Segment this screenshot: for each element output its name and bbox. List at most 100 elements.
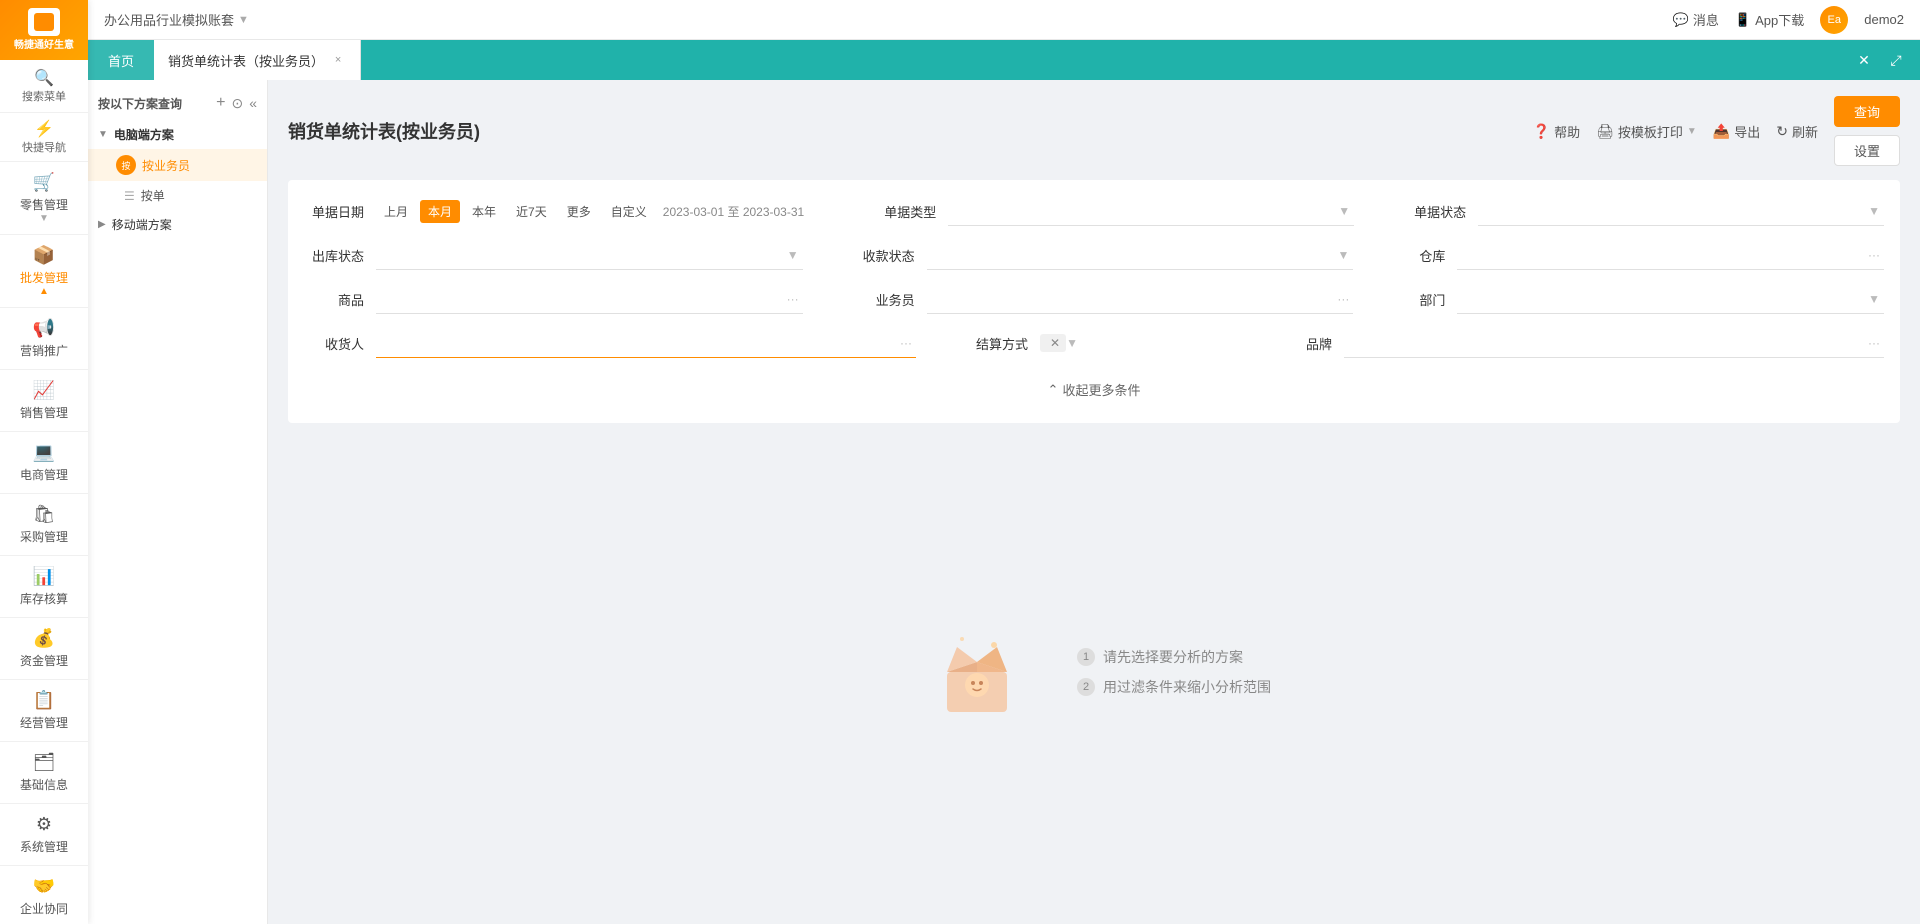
sidebar-item-marketing[interactable]: 📢 营销推广: [0, 308, 88, 370]
avatar-text: Ea: [1828, 14, 1841, 26]
message-label: 消息: [1693, 10, 1719, 29]
refresh-button[interactable]: ↻ 刷新: [1776, 122, 1818, 141]
collapse-bar[interactable]: ⌃ 收起更多条件: [304, 372, 1884, 407]
warehouse-label: 仓库: [1385, 246, 1445, 265]
refresh-label: 刷新: [1792, 122, 1818, 141]
brand-input[interactable]: [1344, 328, 1884, 358]
brand-more-icon[interactable]: ···: [1868, 336, 1880, 350]
date-tabs: 上月 本月 本年 近7天 更多 自定义 2023-03-01 至 2023-03…: [376, 200, 804, 223]
out-status-chevron-icon: ▼: [787, 248, 799, 262]
filter-row-1: 单据日期 上月 本月 本年 近7天 更多 自定义 2023-03-01 至 20…: [304, 196, 1884, 226]
setting-button[interactable]: 设置: [1834, 135, 1900, 166]
sidebar-item-inventory[interactable]: 📊 库存核算: [0, 556, 88, 618]
collapse-label: 收起更多条件: [1062, 380, 1140, 399]
date-range-display: 2023-03-01 至 2023-03-31: [663, 203, 804, 220]
enterprise-icon: 🤝: [33, 876, 55, 897]
settlement-clear-button[interactable]: ✕: [1050, 336, 1060, 350]
pc-scheme-group: ▼ 电脑端方案 按 按业务员 ☰ 按单: [88, 120, 267, 210]
product-input[interactable]: [376, 284, 803, 314]
export-label: 导出: [1734, 122, 1760, 141]
user-avatar[interactable]: Ea: [1820, 6, 1848, 34]
pc-group-header[interactable]: ▼ 电脑端方案: [88, 120, 267, 149]
settlement-label: 结算方式: [968, 334, 1028, 353]
scheme-header: 按以下方案查询 + ⊙ «: [88, 90, 267, 120]
hint-2-text: 用过滤条件来缩小分析范围: [1103, 677, 1271, 697]
date-this-year[interactable]: 本年: [464, 200, 504, 223]
app-download-label: App下载: [1755, 10, 1804, 29]
wholesale-label: 批发管理: [20, 269, 68, 286]
receipt-status-select[interactable]: [927, 240, 1354, 270]
tab-active[interactable]: 销货单统计表（按业务员） ×: [154, 40, 361, 80]
date-this-month[interactable]: 本月: [420, 200, 460, 223]
username-label[interactable]: demo2: [1864, 12, 1904, 27]
help-button[interactable]: ❓ 帮助: [1533, 122, 1580, 141]
account-dropdown[interactable]: 办公用品行业模拟账套 ▼: [104, 10, 249, 29]
scheme-edit-button[interactable]: ⊙: [231, 95, 243, 112]
purchase-icon: 🛍: [33, 504, 56, 525]
ecommerce-label: 电商管理: [20, 466, 68, 483]
product-field: ···: [376, 284, 803, 314]
page-title: 销货单统计表(按业务员): [288, 118, 480, 144]
search-menu[interactable]: 🔍 搜索菜单: [0, 60, 88, 113]
app-download-button[interactable]: 📱 App下载: [1735, 10, 1804, 29]
tab-close-button[interactable]: ×: [330, 52, 346, 68]
sidebar-item-system[interactable]: ⚙ 系统管理: [0, 804, 88, 866]
salesman-input[interactable]: [927, 284, 1354, 314]
doc-status-select[interactable]: [1478, 196, 1884, 226]
system-label: 系统管理: [20, 838, 68, 855]
warehouse-more-icon[interactable]: ···: [1868, 248, 1880, 262]
sidebar-item-basic[interactable]: 🗂 基础信息: [0, 742, 88, 804]
scheme-collapse-button[interactable]: «: [249, 95, 257, 111]
sidebar-item-sales[interactable]: 📈 销售管理: [0, 370, 88, 432]
quick-nav[interactable]: ⚡ 快捷导航: [0, 113, 88, 162]
scheme-add-button[interactable]: +: [216, 94, 225, 112]
doc-type-select[interactable]: [948, 196, 1354, 226]
basic-label: 基础信息: [20, 776, 68, 793]
ecommerce-icon: 💻: [33, 442, 55, 463]
tab-close-window-button[interactable]: ✕: [1852, 48, 1876, 72]
receiver-input[interactable]: [376, 328, 916, 358]
date-prev-month[interactable]: 上月: [376, 200, 416, 223]
export-button[interactable]: 📤 导出: [1713, 122, 1760, 141]
tab-home[interactable]: 首页: [88, 40, 154, 80]
date-custom[interactable]: 自定义: [603, 200, 655, 223]
purchase-label: 采购管理: [20, 528, 68, 545]
empty-hint-2: 2 用过滤条件来缩小分析范围: [1077, 677, 1271, 697]
message-button[interactable]: 💬 消息: [1673, 10, 1719, 29]
tab-maximize-button[interactable]: ⤢: [1884, 48, 1908, 72]
sidebar-item-purchase[interactable]: 🛍 采购管理: [0, 494, 88, 556]
sidebar-item-ecommerce[interactable]: 💻 电商管理: [0, 432, 88, 494]
query-button[interactable]: 查询: [1834, 96, 1900, 127]
salesman-scheme-label: 按业务员: [142, 157, 190, 174]
refresh-icon: ↻: [1776, 123, 1788, 140]
doc-type-field: ▼: [948, 196, 1354, 226]
scheme-item-salesman[interactable]: 按 按业务员: [88, 149, 267, 181]
date-more[interactable]: 更多: [559, 200, 599, 223]
sales-label: 销售管理: [20, 404, 68, 421]
settlement-badge: ✕: [1040, 334, 1066, 352]
receiver-more-icon[interactable]: ···: [900, 336, 912, 350]
warehouse-field: ···: [1457, 240, 1884, 270]
doc-status-field: ▼: [1478, 196, 1884, 226]
sidebar-item-finance[interactable]: 💰 资金管理: [0, 618, 88, 680]
receipt-status-label: 收款状态: [855, 246, 915, 265]
department-select[interactable]: [1457, 284, 1884, 314]
by-order-label: 按单: [141, 187, 165, 204]
sidebar-item-enterprise[interactable]: 🤝 企业协同: [0, 866, 88, 924]
content-area: 按以下方案查询 + ⊙ « ▼ 电脑端方案 按 按业务员 ☰ 按单: [88, 80, 1920, 924]
doc-status-label: 单据状态: [1386, 202, 1466, 221]
finance-label: 资金管理: [20, 652, 68, 669]
salesman-more-icon[interactable]: ···: [1337, 292, 1349, 306]
warehouse-input[interactable]: [1457, 240, 1884, 270]
product-more-icon[interactable]: ···: [787, 292, 799, 306]
mobile-group-header[interactable]: ▶ 移动端方案: [88, 210, 267, 239]
date-7days[interactable]: 近7天: [508, 200, 555, 223]
scheme-item-by-order[interactable]: ☰ 按单: [88, 181, 267, 210]
print-icon: 🖨: [1596, 123, 1614, 140]
print-button[interactable]: 🖨 按模板打印 ▼: [1596, 122, 1697, 141]
sidebar-item-wholesale[interactable]: 📦 批发管理 ▲: [0, 235, 88, 308]
sidebar-item-retail[interactable]: 🛒 零售管理 ▼: [0, 162, 88, 235]
sidebar-item-operation[interactable]: 📋 经营管理: [0, 680, 88, 742]
out-status-select[interactable]: [376, 240, 803, 270]
print-dropdown-icon: ▼: [1687, 126, 1697, 137]
